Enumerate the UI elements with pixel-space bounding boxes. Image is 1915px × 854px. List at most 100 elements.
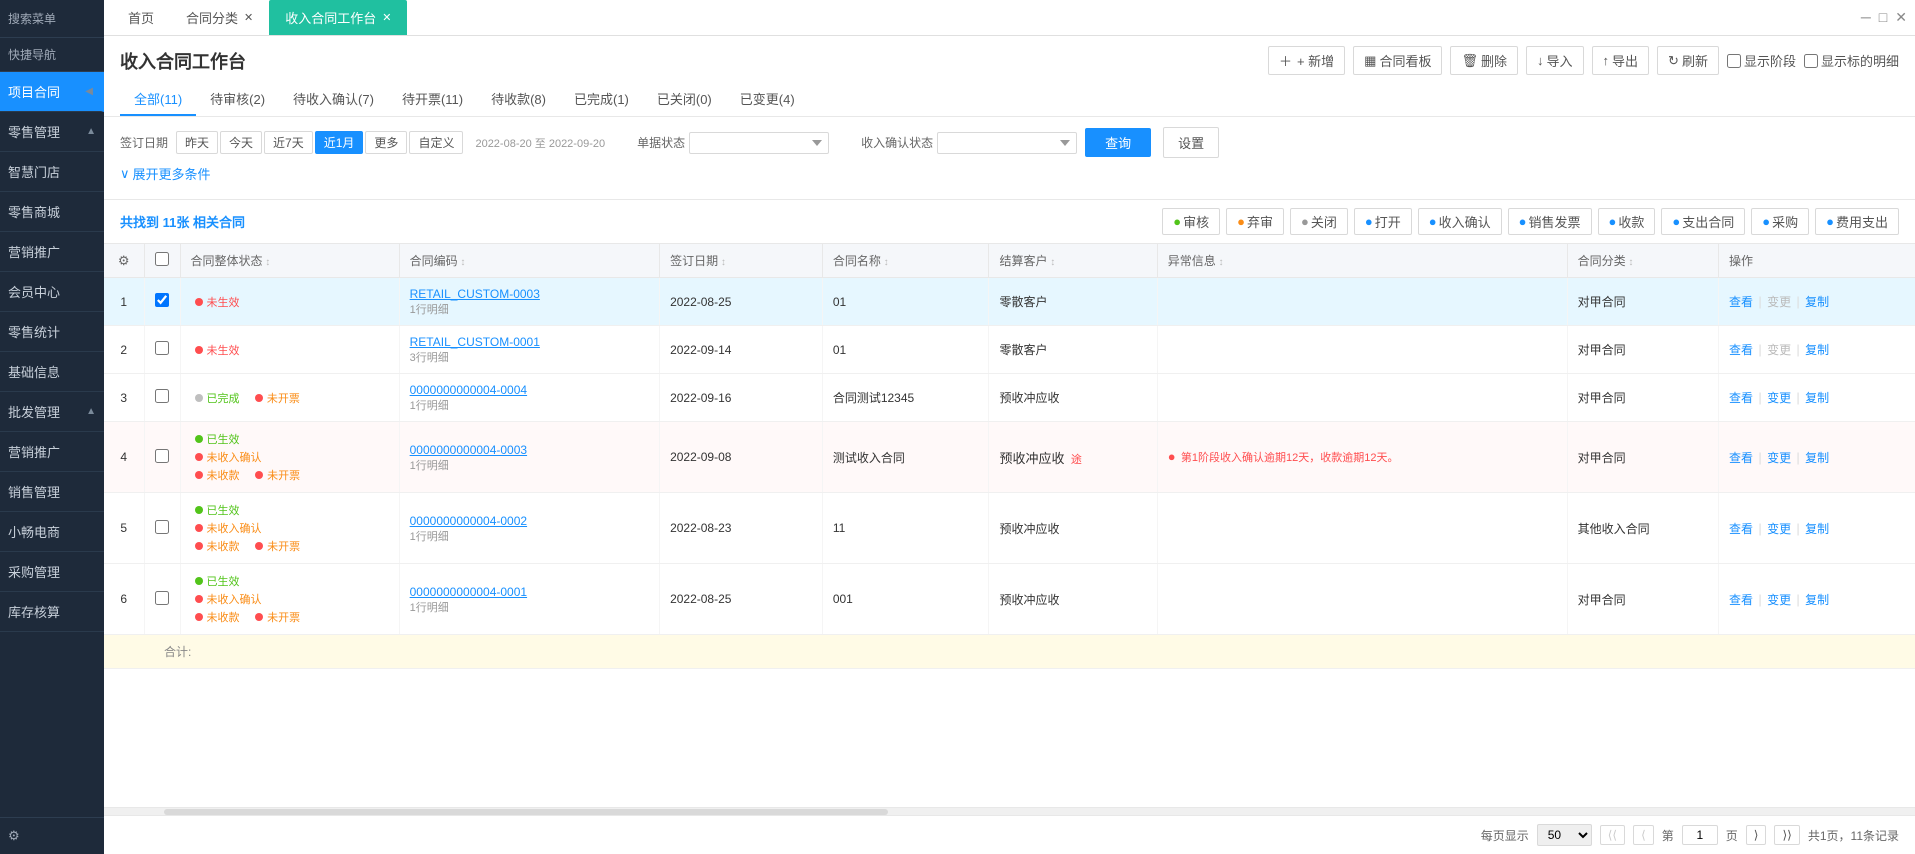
show-stage-input[interactable] [1727, 54, 1741, 68]
close-tab-income-contract[interactable]: ✕ [382, 11, 391, 24]
sidebar-item-member[interactable]: 会员中心 [0, 272, 104, 312]
sidebar-item-inventory[interactable]: 库存核算 [0, 592, 104, 632]
first-page-button[interactable]: ⟨⟨ [1600, 825, 1625, 845]
query-button[interactable]: 查询 [1085, 128, 1151, 157]
sidebar-item-purchase[interactable]: 采购管理 [0, 552, 104, 592]
expand-conditions-button[interactable]: ∨ 展开更多条件 [120, 164, 211, 183]
row-checkbox-1[interactable] [155, 293, 169, 307]
close-tab-contract-cat[interactable]: ✕ [244, 11, 253, 24]
sidebar-item-project[interactable]: 项目合同 ◀ [0, 72, 104, 112]
sidebar-item-marketing[interactable]: 营销推广 [0, 232, 104, 272]
filter-tab-changed[interactable]: 已变更(4) [726, 83, 809, 116]
op-change-6[interactable]: 变更 [1767, 593, 1791, 607]
delete-button[interactable]: 🗑 删除 [1450, 46, 1518, 75]
sidebar-item-retail-mall[interactable]: 零售商城 [0, 192, 104, 232]
th-sign-date[interactable]: 签订日期 [660, 244, 823, 278]
minimize-button[interactable]: ─ [1861, 9, 1871, 26]
op-view-1[interactable]: 查看 [1729, 295, 1753, 309]
select-all-checkbox[interactable] [155, 252, 169, 266]
sidebar-item-base-info[interactable]: 基础信息 [0, 352, 104, 392]
th-status[interactable]: 合同整体状态 [180, 244, 399, 278]
tab-contract-cat[interactable]: 合同分类 ✕ [170, 0, 269, 35]
op-copy-4[interactable]: 复制 [1805, 451, 1829, 465]
page-number-input[interactable] [1682, 825, 1718, 845]
sidebar-item-smart-store[interactable]: 智慧门店 [0, 152, 104, 192]
review-button[interactable]: ● 审核 [1162, 208, 1220, 235]
date-btn-last1month[interactable]: 近1月 [315, 131, 364, 154]
contract-code-link-4[interactable]: 0000000000004-0003 [410, 443, 527, 457]
open-contract-button[interactable]: ● 打开 [1354, 208, 1412, 235]
show-detail-checkbox[interactable]: 显示标的明细 [1804, 51, 1899, 70]
th-name[interactable]: 合同名称 [822, 244, 989, 278]
contract-code-link-5[interactable]: 0000000000004-0002 [410, 514, 527, 528]
op-view-3[interactable]: 查看 [1729, 391, 1753, 405]
filter-tab-pending-confirm[interactable]: 待收入确认(7) [279, 83, 388, 116]
th-error[interactable]: 异常信息 [1157, 244, 1567, 278]
th-type[interactable]: 合同分类 [1567, 244, 1718, 278]
date-btn-yesterday[interactable]: 昨天 [176, 131, 218, 154]
sidebar-quick-nav[interactable]: 快捷导航 [0, 38, 104, 72]
date-btn-today[interactable]: 今天 [220, 131, 262, 154]
contract-code-link-1[interactable]: RETAIL_CUSTOM-0003 [410, 287, 540, 301]
contract-code-link-3[interactable]: 0000000000004-0004 [410, 383, 527, 397]
op-view-5[interactable]: 查看 [1729, 522, 1753, 536]
new-button[interactable]: ＋ + 新增 [1268, 46, 1345, 75]
contract-code-link-6[interactable]: 0000000000004-0001 [410, 585, 527, 599]
collect-button[interactable]: ● 收款 [1598, 208, 1656, 235]
sidebar-item-sales-mgmt[interactable]: 销售管理 [0, 472, 104, 512]
filter-tab-done[interactable]: 已完成(1) [560, 83, 643, 116]
next-page-button[interactable]: ⟩ [1746, 825, 1767, 845]
close-button[interactable]: ✕ [1895, 9, 1907, 26]
row-checkbox-2[interactable] [155, 341, 169, 355]
spend-contract-button[interactable]: ● 支出合同 [1661, 208, 1745, 235]
settings-icon-th[interactable]: ⚙ [118, 253, 130, 268]
refresh-button[interactable]: ↻ 刷新 [1657, 46, 1719, 75]
sales-invoice-button[interactable]: ● 销售发票 [1508, 208, 1592, 235]
page-size-select[interactable]: 50 20 100 [1537, 824, 1592, 846]
purchase-button[interactable]: ● 采购 [1751, 208, 1809, 235]
op-copy-1[interactable]: 复制 [1805, 295, 1829, 309]
sidebar-item-retail-stat[interactable]: 零售统计 [0, 312, 104, 352]
horizontal-scrollbar[interactable] [104, 807, 1915, 815]
op-change-4[interactable]: 变更 [1767, 451, 1791, 465]
row-checkbox-6[interactable] [155, 591, 169, 605]
sidebar-item-marketing2[interactable]: 营销推广 [0, 432, 104, 472]
filter-tab-closed[interactable]: 已关闭(0) [643, 83, 726, 116]
op-copy-6[interactable]: 复制 [1805, 593, 1829, 607]
op-copy-5[interactable]: 复制 [1805, 522, 1829, 536]
th-code[interactable]: 合同编码 [399, 244, 659, 278]
close-contract-button[interactable]: ● 关闭 [1290, 208, 1348, 235]
setting-button[interactable]: 设置 [1163, 127, 1219, 158]
op-view-4[interactable]: 查看 [1729, 451, 1753, 465]
op-view-2[interactable]: 查看 [1729, 343, 1753, 357]
op-copy-2[interactable]: 复制 [1805, 343, 1829, 357]
export-button[interactable]: ↑ 导出 [1592, 46, 1650, 75]
op-change-3[interactable]: 变更 [1767, 391, 1791, 405]
show-stage-checkbox[interactable]: 显示阶段 [1727, 51, 1796, 70]
maximize-button[interactable]: □ [1879, 9, 1887, 26]
fee-spend-button[interactable]: ● 费用支出 [1815, 208, 1899, 235]
sidebar-item-ecom[interactable]: 小畅电商 [0, 512, 104, 552]
abandon-button[interactable]: ● 弃审 [1226, 208, 1284, 235]
row-checkbox-3[interactable] [155, 389, 169, 403]
tab-home[interactable]: 首页 [112, 0, 170, 35]
sidebar-item-wholesale-mgmt[interactable]: 批发管理 ▲ [0, 392, 104, 432]
op-view-6[interactable]: 查看 [1729, 593, 1753, 607]
import-button[interactable]: ↓ 导入 [1526, 46, 1584, 75]
show-detail-input[interactable] [1804, 54, 1818, 68]
contract-code-link-2[interactable]: RETAIL_CUSTOM-0001 [410, 335, 540, 349]
kanban-button[interactable]: ▦ 合同看板 [1353, 46, 1442, 75]
date-btn-custom[interactable]: 自定义 [409, 131, 463, 154]
sidebar-settings[interactable]: ⚙ [0, 817, 104, 854]
op-change-5[interactable]: 变更 [1767, 522, 1791, 536]
date-btn-more[interactable]: 更多 [365, 131, 407, 154]
sidebar-search[interactable]: 搜索菜单 [0, 0, 104, 38]
last-page-button[interactable]: ⟩⟩ [1774, 825, 1799, 845]
income-confirm-button[interactable]: ● 收入确认 [1418, 208, 1502, 235]
filter-tab-all[interactable]: 全部(11) [120, 83, 196, 116]
date-btn-last7[interactable]: 近7天 [264, 131, 313, 154]
filter-tab-pending-collect[interactable]: 待收款(8) [477, 83, 560, 116]
op-copy-3[interactable]: 复制 [1805, 391, 1829, 405]
income-confirm-select[interactable] [937, 132, 1077, 154]
filter-tab-pending-invoice[interactable]: 待开票(11) [388, 83, 477, 116]
